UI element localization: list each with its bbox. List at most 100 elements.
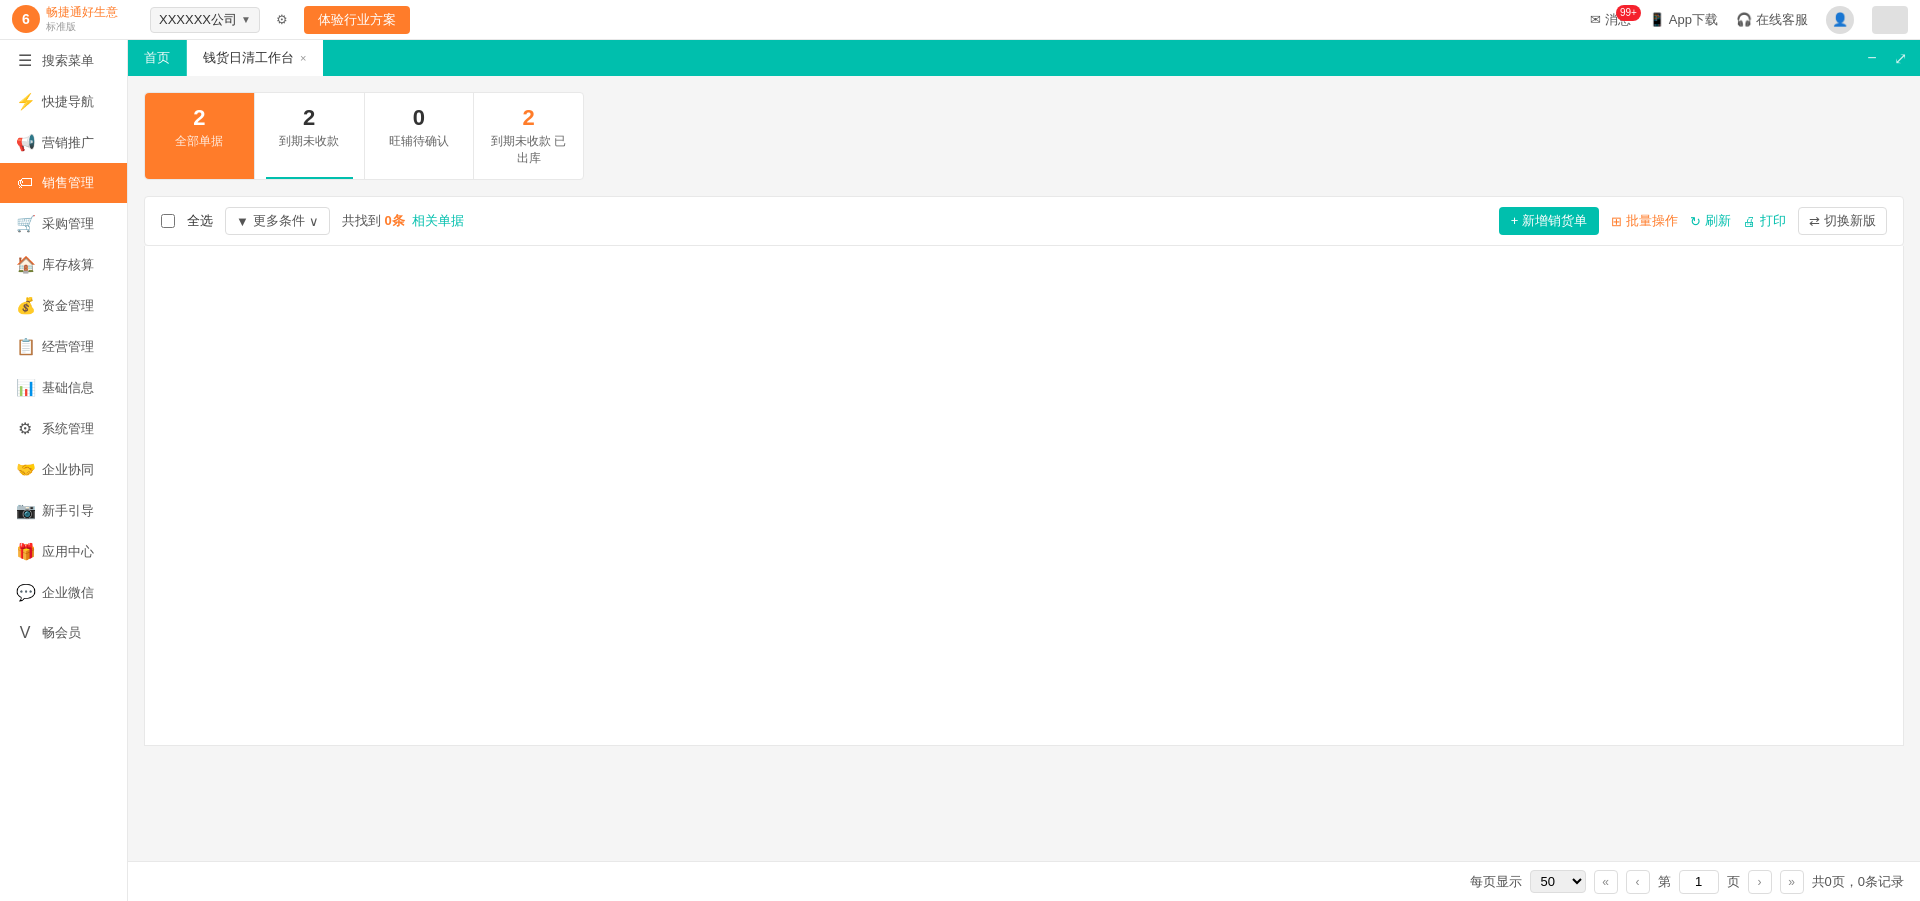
sidebar-icon-11: 📷 <box>16 501 34 520</box>
sidebar-label-11: 新手引导 <box>42 502 94 520</box>
stat-label-3: 到期未收款 已出库 <box>490 133 567 167</box>
sidebar-icon-12: 🎁 <box>16 542 34 561</box>
found-related[interactable]: 相关单据 <box>412 213 464 228</box>
per-page-label: 每页显示 <box>1470 873 1522 891</box>
sidebar-item-10[interactable]: 🤝企业协同 <box>0 449 127 490</box>
print-icon: 🖨 <box>1743 214 1756 229</box>
avatar[interactable]: 👤 <box>1826 6 1854 34</box>
sidebar-label-8: 基础信息 <box>42 379 94 397</box>
sidebar-item-4[interactable]: 🛒采购管理 <box>0 203 127 244</box>
sidebar-item-2[interactable]: 📢营销推广 <box>0 122 127 163</box>
user-icon: 👤 <box>1832 12 1848 27</box>
nav-tab-0[interactable]: 首页 <box>128 40 187 76</box>
message-icon: ✉ <box>1590 12 1601 27</box>
sidebar-item-0[interactable]: ☰搜索菜单 <box>0 40 127 81</box>
close-tab-button-1[interactable]: × <box>300 52 306 64</box>
maximize-tab-button[interactable]: ⤢ <box>1888 46 1912 70</box>
sidebar-item-11[interactable]: 📷 新手引导 <box>0 490 127 531</box>
per-page-select[interactable]: 102050100 <box>1530 870 1586 893</box>
sidebar-label-3: 销售管理 <box>42 174 94 192</box>
refresh-label: 刷新 <box>1705 212 1731 230</box>
switch-icon: ⇄ <box>1809 214 1820 229</box>
nav-tab-label-1: 钱货日清工作台 <box>203 49 294 67</box>
refresh-button[interactable]: ↻ 刷新 <box>1690 212 1731 230</box>
sidebar-item-3[interactable]: 🏷 销售管理 <box>0 163 127 203</box>
logo-icon: 6 <box>12 5 40 33</box>
user-dropdown[interactable] <box>1872 6 1908 34</box>
prev-page-button[interactable]: ‹ <box>1626 870 1650 894</box>
app-name: 畅捷通好生意 <box>46 5 118 19</box>
company-selector[interactable]: XXXXXX公司 ▼ <box>150 7 260 33</box>
next-page-button[interactable]: › <box>1748 870 1772 894</box>
sidebar-item-6[interactable]: 💰资金管理 <box>0 285 127 326</box>
trial-button[interactable]: 体验行业方案 <box>304 6 410 34</box>
sidebar-label-12: 应用中心 <box>42 543 94 561</box>
sidebar-item-5[interactable]: 🏠库存核算 <box>0 244 127 285</box>
stat-number-0: 2 <box>161 105 238 131</box>
nav-tab-1[interactable]: 钱货日清工作台 × <box>187 40 323 76</box>
stat-number-1: 2 <box>271 105 348 131</box>
gear-icon: ⚙ <box>276 12 288 27</box>
sidebar-label-10: 企业协同 <box>42 461 94 479</box>
sidebar-label-7: 经营管理 <box>42 338 94 356</box>
stat-label-0: 全部单据 <box>161 133 238 150</box>
download-icon: 📱 <box>1649 12 1665 27</box>
page-suffix: 页 <box>1727 873 1740 891</box>
page-input[interactable] <box>1679 870 1719 894</box>
switch-label: 切换新版 <box>1824 212 1876 230</box>
sidebar-item-13[interactable]: 💬 企业微信 <box>0 572 127 613</box>
table-container <box>144 246 1904 746</box>
new-sale-button[interactable]: + 新增销货单 <box>1499 207 1599 235</box>
sidebar-item-8[interactable]: 📊基础信息 <box>0 367 127 408</box>
toolbar: 全选 ▼ 更多条件 ∨ 共找到 0条 相关单据 + 新增销货单 ⊞ 批量操作 ↻… <box>144 196 1904 246</box>
app-download-button[interactable]: 📱 App下载 <box>1649 11 1718 29</box>
first-page-button[interactable]: « <box>1594 870 1618 894</box>
print-button[interactable]: 🖨 打印 <box>1743 212 1786 230</box>
filter-icon: ▼ <box>236 214 249 229</box>
select-all-label: 全选 <box>187 212 213 230</box>
stat-number-3: 2 <box>490 105 567 131</box>
sidebar-label-5: 库存核算 <box>42 256 94 274</box>
filter-button[interactable]: ▼ 更多条件 ∨ <box>225 207 330 235</box>
stat-card-3[interactable]: 2 到期未收款 已出库 <box>474 93 583 179</box>
sidebar-item-14[interactable]: V畅会员 <box>0 613 127 653</box>
online-service-button[interactable]: 🎧 在线客服 <box>1736 11 1808 29</box>
last-page-button[interactable]: » <box>1780 870 1804 894</box>
sidebar-item-1[interactable]: ⚡ 快捷导航 <box>0 81 127 122</box>
found-text: 共找到 0条 相关单据 <box>342 212 464 230</box>
company-name: XXXXXX公司 <box>159 11 237 29</box>
sidebar-icon-3: 🏷 <box>16 174 34 192</box>
sidebar-item-7[interactable]: 📋 经营管理 <box>0 326 127 367</box>
sidebar-item-9[interactable]: ⚙系统管理 <box>0 408 127 449</box>
stat-label-1: 到期未收款 <box>271 133 348 150</box>
logo-area: 6 畅捷通好生意 标准版 <box>12 5 140 33</box>
minimize-tab-button[interactable]: − <box>1860 46 1884 70</box>
sidebar-icon-7: 📋 <box>16 337 34 356</box>
sidebar-label-1: 快捷导航 <box>42 93 94 111</box>
nav-tab-label-0: 首页 <box>144 49 170 67</box>
stat-number-2: 0 <box>381 105 458 131</box>
page-label: 第 <box>1658 873 1671 891</box>
message-button[interactable]: ✉ 消息 99+ <box>1590 11 1631 29</box>
stat-card-2[interactable]: 0 旺辅待确认 <box>365 93 475 179</box>
stat-card-0[interactable]: 2 全部单据 <box>145 93 255 179</box>
sidebar-icon-6: 💰 <box>16 296 34 315</box>
pagination-bar: 每页显示 102050100 « ‹ 第 页 › » 共0页，0条记录 <box>128 861 1920 901</box>
stat-card-1[interactable]: 2 到期未收款 <box>255 93 365 179</box>
filter-chevron: ∨ <box>309 214 319 229</box>
filter-label: 更多条件 <box>253 212 305 230</box>
sidebar-label-13: 企业微信 <box>42 584 94 602</box>
sidebar-icon-2: 📢 <box>16 133 34 152</box>
batch-operation-button[interactable]: ⊞ 批量操作 <box>1611 212 1678 230</box>
print-label: 打印 <box>1760 212 1786 230</box>
sidebar-icon-13: 💬 <box>16 583 34 602</box>
select-all-checkbox[interactable] <box>161 214 175 228</box>
sidebar-icon-1: ⚡ <box>16 92 34 111</box>
sidebar-item-12[interactable]: 🎁 应用中心 <box>0 531 127 572</box>
service-icon: 🎧 <box>1736 12 1752 27</box>
app-version: 标准版 <box>46 20 118 34</box>
settings-button[interactable]: ⚙ <box>268 6 296 34</box>
switch-version-button[interactable]: ⇄ 切换新版 <box>1798 207 1887 235</box>
top-header: 6 畅捷通好生意 标准版 XXXXXX公司 ▼ ⚙ 体验行业方案 ✉ 消息 99… <box>0 0 1920 40</box>
toolbar-right: + 新增销货单 ⊞ 批量操作 ↻ 刷新 🖨 打印 ⇄ 切换新版 <box>1499 207 1887 235</box>
